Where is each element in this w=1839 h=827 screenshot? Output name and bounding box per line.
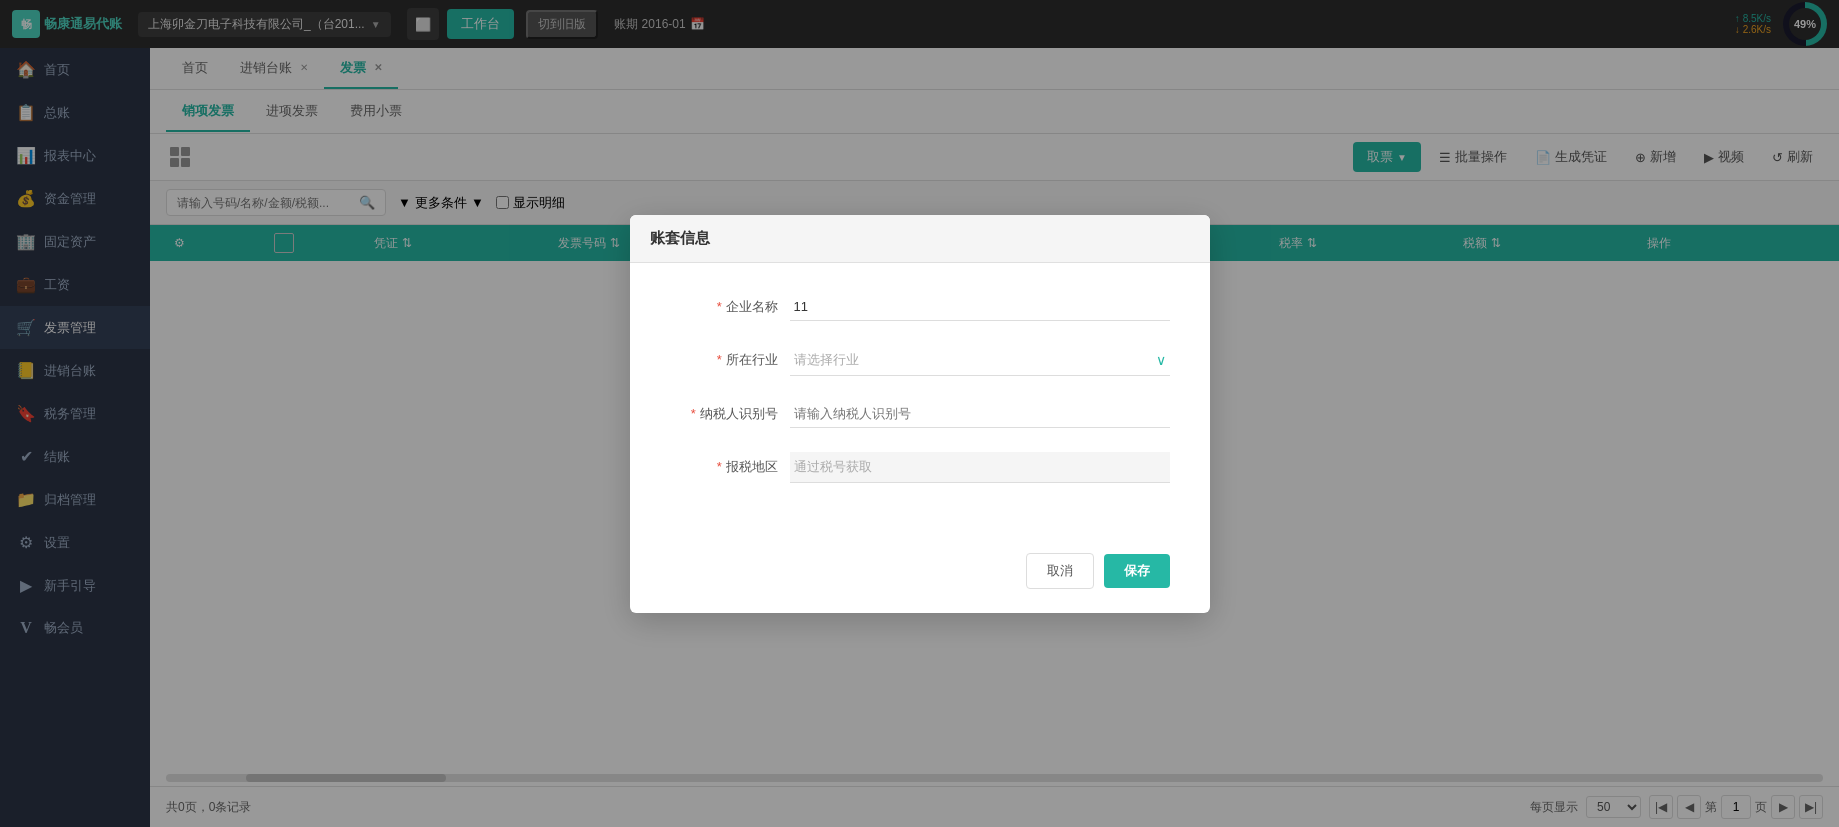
modal-title: 账套信息	[650, 229, 710, 246]
save-button[interactable]: 保存	[1104, 554, 1170, 588]
form-row-tax-region: * 报税地区 通过税号获取	[670, 452, 1170, 483]
tax-region-label: * 报税地区	[670, 458, 790, 476]
form-row-tax-id: * 纳税人识别号	[670, 400, 1170, 428]
industry-label: * 所在行业	[670, 351, 790, 369]
company-name-input[interactable]	[790, 293, 1170, 321]
required-mark-region: *	[717, 459, 722, 474]
tax-region-placeholder: 通过税号获取	[794, 459, 872, 474]
tax-id-input[interactable]	[790, 400, 1170, 428]
company-name-label: * 企业名称	[670, 298, 790, 316]
required-mark-tax: *	[691, 406, 696, 421]
modal-header: 账套信息	[630, 215, 1210, 263]
modal-body: * 企业名称 * 所在行业 请选择行业 ∨ *	[630, 263, 1210, 537]
required-mark-company: *	[717, 299, 722, 314]
required-mark-industry: *	[717, 352, 722, 367]
modal-dialog: 账套信息 * 企业名称 * 所在行业 请选择行业 ∨	[630, 215, 1210, 613]
form-row-industry: * 所在行业 请选择行业 ∨	[670, 345, 1170, 376]
tax-region-field: 通过税号获取	[790, 452, 1170, 483]
tax-id-label: * 纳税人识别号	[670, 405, 790, 423]
cancel-button[interactable]: 取消	[1026, 553, 1094, 589]
industry-dropdown-icon: ∨	[1156, 352, 1166, 368]
modal-footer: 取消 保存	[630, 537, 1210, 613]
industry-placeholder: 请选择行业	[794, 351, 859, 369]
modal-overlay[interactable]: 账套信息 * 企业名称 * 所在行业 请选择行业 ∨	[0, 0, 1839, 827]
form-row-company: * 企业名称	[670, 293, 1170, 321]
industry-select[interactable]: 请选择行业 ∨	[790, 345, 1170, 376]
